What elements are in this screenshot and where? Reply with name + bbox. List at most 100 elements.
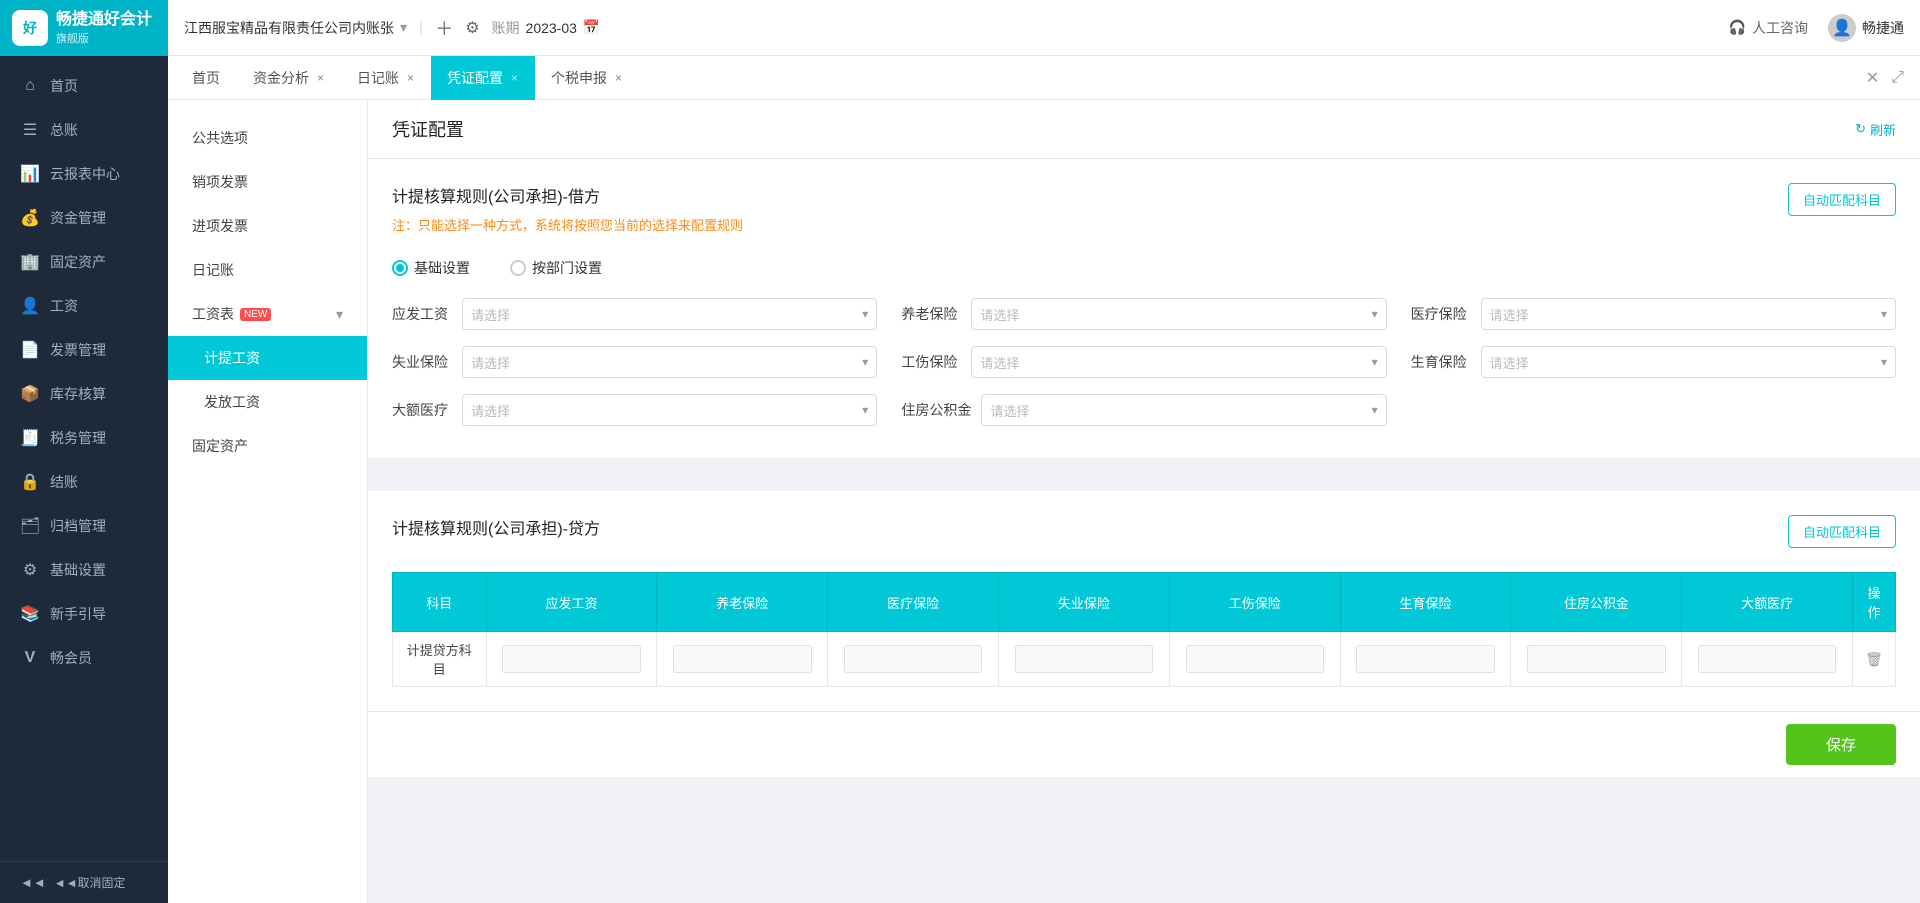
logo-title: 畅捷通好会计 — [56, 10, 152, 29]
add-account-button[interactable]: ＋ — [435, 15, 453, 41]
sidebar-item-archive[interactable]: 🗂 归档管理 — [0, 504, 168, 548]
row-medical-cell — [828, 632, 999, 687]
field-work-injury-select[interactable]: 请选择 ▾ — [971, 346, 1386, 378]
tab-journal[interactable]: 日记账 × — [341, 56, 431, 100]
tab-funds-close[interactable]: × — [317, 71, 324, 85]
expand-icon[interactable]: ⤢ — [1891, 69, 1904, 87]
row-salary-input[interactable] — [502, 645, 640, 673]
period-selector[interactable]: 账期 2023-03 📅 — [492, 18, 601, 38]
tab-tax[interactable]: 个税申报 × — [535, 56, 639, 100]
row-pension-cell — [657, 632, 828, 687]
sidebar-item-inventory[interactable]: 📦 库存核算 — [0, 372, 168, 416]
page-content: 凭证配置 ↻ 刷新 计提核算规则(公司承担)-借方 注：只能选择一种方式，系统将… — [368, 100, 1920, 903]
salary-expand-icon: ▾ — [336, 306, 343, 323]
field-salary-label: 应发工资 — [392, 304, 452, 324]
field-medical-label: 医疗保险 — [1411, 304, 1471, 324]
calendar-icon: 📅 — [583, 19, 600, 36]
close-window-icon[interactable]: ✕ — [1866, 68, 1879, 88]
sidebar-item-reports[interactable]: 📊 云报表中心 — [0, 152, 168, 196]
sidebar-label-invoice: 发票管理 — [50, 340, 106, 360]
delete-row-button[interactable]: 🗑 — [1865, 651, 1883, 667]
field-salary-select[interactable]: 请选择 ▾ — [462, 298, 877, 330]
tab-tax-label: 个税申报 — [551, 68, 607, 88]
tab-home[interactable]: 首页 — [176, 56, 237, 100]
field-work-injury-row: 工伤保险 请选择 ▾ — [901, 346, 1386, 378]
sidebar-item-funds[interactable]: 💰 资金管理 — [0, 196, 168, 240]
row-medical-input[interactable] — [844, 645, 982, 673]
row-housing-fund-input[interactable] — [1527, 645, 1665, 673]
refresh-button[interactable]: ↻ 刷新 — [1855, 120, 1896, 139]
field-large-medical-label: 大额医疗 — [392, 400, 452, 420]
sidebar-label-home: 首页 — [50, 76, 78, 96]
account-settings-button[interactable]: ⚙ — [465, 18, 479, 38]
row-pension-input[interactable] — [673, 645, 811, 673]
sidebar-item-settings[interactable]: ⚙ 基础设置 — [0, 548, 168, 592]
sidebar-label-reports: 云报表中心 — [50, 164, 120, 184]
left-menu-public[interactable]: 公共选项 — [168, 116, 367, 160]
sidebar-item-ledger[interactable]: ☰ 总账 — [0, 108, 168, 152]
sidebar-item-closing[interactable]: 🔒 结账 — [0, 460, 168, 504]
left-menu-sales-invoice[interactable]: 销项发票 — [168, 160, 367, 204]
tab-home-label: 首页 — [192, 68, 220, 88]
field-salary-arrow: ▾ — [862, 307, 868, 321]
tab-voucher-close[interactable]: × — [511, 71, 518, 85]
row-large-medical-input[interactable] — [1698, 645, 1836, 673]
row-maternity-input[interactable] — [1356, 645, 1494, 673]
field-large-medical-select[interactable]: 请选择 ▾ — [462, 394, 877, 426]
sidebar-item-invoice[interactable]: 📄 发票管理 — [0, 328, 168, 372]
field-pension-select[interactable]: 请选择 ▾ — [971, 298, 1386, 330]
field-work-injury-label: 工伤保险 — [901, 352, 961, 372]
topbar-right: 🎧 人工咨询 👤 畅捷通 — [1729, 14, 1904, 42]
field-housing-fund-placeholder: 请选择 — [990, 401, 1029, 420]
sidebar-item-salary[interactable]: 👤 工资 — [0, 284, 168, 328]
left-menu-purchase-invoice-label: 进项发票 — [192, 216, 248, 236]
section1-title: 计提核算规则(公司承担)-借方 — [392, 183, 743, 207]
tab-tax-close[interactable]: × — [615, 71, 622, 85]
user-menu[interactable]: 👤 畅捷通 — [1828, 14, 1904, 42]
cancel-fixed-button[interactable]: ◄◄ ◄◄取消固定 — [0, 861, 168, 903]
sidebar-label-assets: 固定资产 — [50, 252, 106, 272]
field-maternity-row: 生育保险 请选择 ▾ — [1411, 346, 1896, 378]
sidebar-item-tax[interactable]: 🧾 税务管理 — [0, 416, 168, 460]
left-menu-calc-salary[interactable]: 计提工资 — [168, 336, 367, 380]
field-housing-fund-select[interactable]: 请选择 ▾ — [981, 394, 1386, 426]
left-menu-salary-table[interactable]: 工资表 NEW ▾ — [168, 292, 367, 336]
sidebar-item-home[interactable]: ⌂ 首页 — [0, 64, 168, 108]
field-pension-label: 养老保险 — [901, 304, 961, 324]
left-menu-fixed-assets[interactable]: 固定资产 — [168, 424, 367, 468]
save-button[interactable]: 保存 — [1786, 724, 1896, 765]
left-menu-purchase-invoice[interactable]: 进项发票 — [168, 204, 367, 248]
sidebar-item-vip[interactable]: V 畅会员 — [0, 636, 168, 680]
sidebar-item-guide[interactable]: 📚 新手引导 — [0, 592, 168, 636]
field-salary-row: 应发工资 请选择 ▾ — [392, 298, 877, 330]
sidebar-item-assets[interactable]: 🏢 固定资产 — [0, 240, 168, 284]
row-label: 计提贷方科目 — [393, 632, 487, 687]
cancel-fixed-icon: ◄◄ — [20, 875, 46, 890]
page-header: 凭证配置 ↻ 刷新 — [368, 100, 1920, 159]
company-selector[interactable]: 江西服宝精品有限责任公司内账张 ▾ — [184, 18, 407, 38]
auto-match-credit-button[interactable]: 自动匹配科目 — [1788, 515, 1896, 548]
auto-match-debit-button[interactable]: 自动匹配科目 — [1788, 183, 1896, 216]
radio-dept[interactable]: 按部门设置 — [510, 258, 602, 278]
sidebar-label-salary: 工资 — [50, 296, 78, 316]
tab-voucher[interactable]: 凭证配置 × — [431, 56, 535, 100]
support-button[interactable]: 🎧 人工咨询 — [1729, 18, 1808, 38]
settings-icon: ⚙ — [20, 560, 40, 580]
col-medical: 医疗保险 — [828, 573, 999, 632]
row-work-injury-input[interactable] — [1186, 645, 1324, 673]
left-menu-pay-salary[interactable]: 发放工资 — [168, 380, 367, 424]
field-unemployment-select[interactable]: 请选择 ▾ — [462, 346, 877, 378]
tab-journal-close[interactable]: × — [407, 71, 414, 85]
radio-basic[interactable]: 基础设置 — [392, 258, 470, 278]
page-title: 凭证配置 — [392, 116, 464, 142]
field-medical-select[interactable]: 请选择 ▾ — [1481, 298, 1896, 330]
content-area: 公共选项 销项发票 进项发票 日记账 工资表 NEW ▾ 计提工资 发放工资 — [168, 100, 1920, 903]
table-row: 计提贷方科目 🗑 — [393, 632, 1896, 687]
col-work-injury: 工伤保险 — [1169, 573, 1340, 632]
tab-funds[interactable]: 资金分析 × — [237, 56, 341, 100]
left-menu-journal[interactable]: 日记账 — [168, 248, 367, 292]
field-maternity-select[interactable]: 请选择 ▾ — [1481, 346, 1896, 378]
row-unemployment-input[interactable] — [1015, 645, 1153, 673]
left-menu-sales-invoice-label: 销项发票 — [192, 172, 248, 192]
col-salary: 应发工资 — [486, 573, 657, 632]
